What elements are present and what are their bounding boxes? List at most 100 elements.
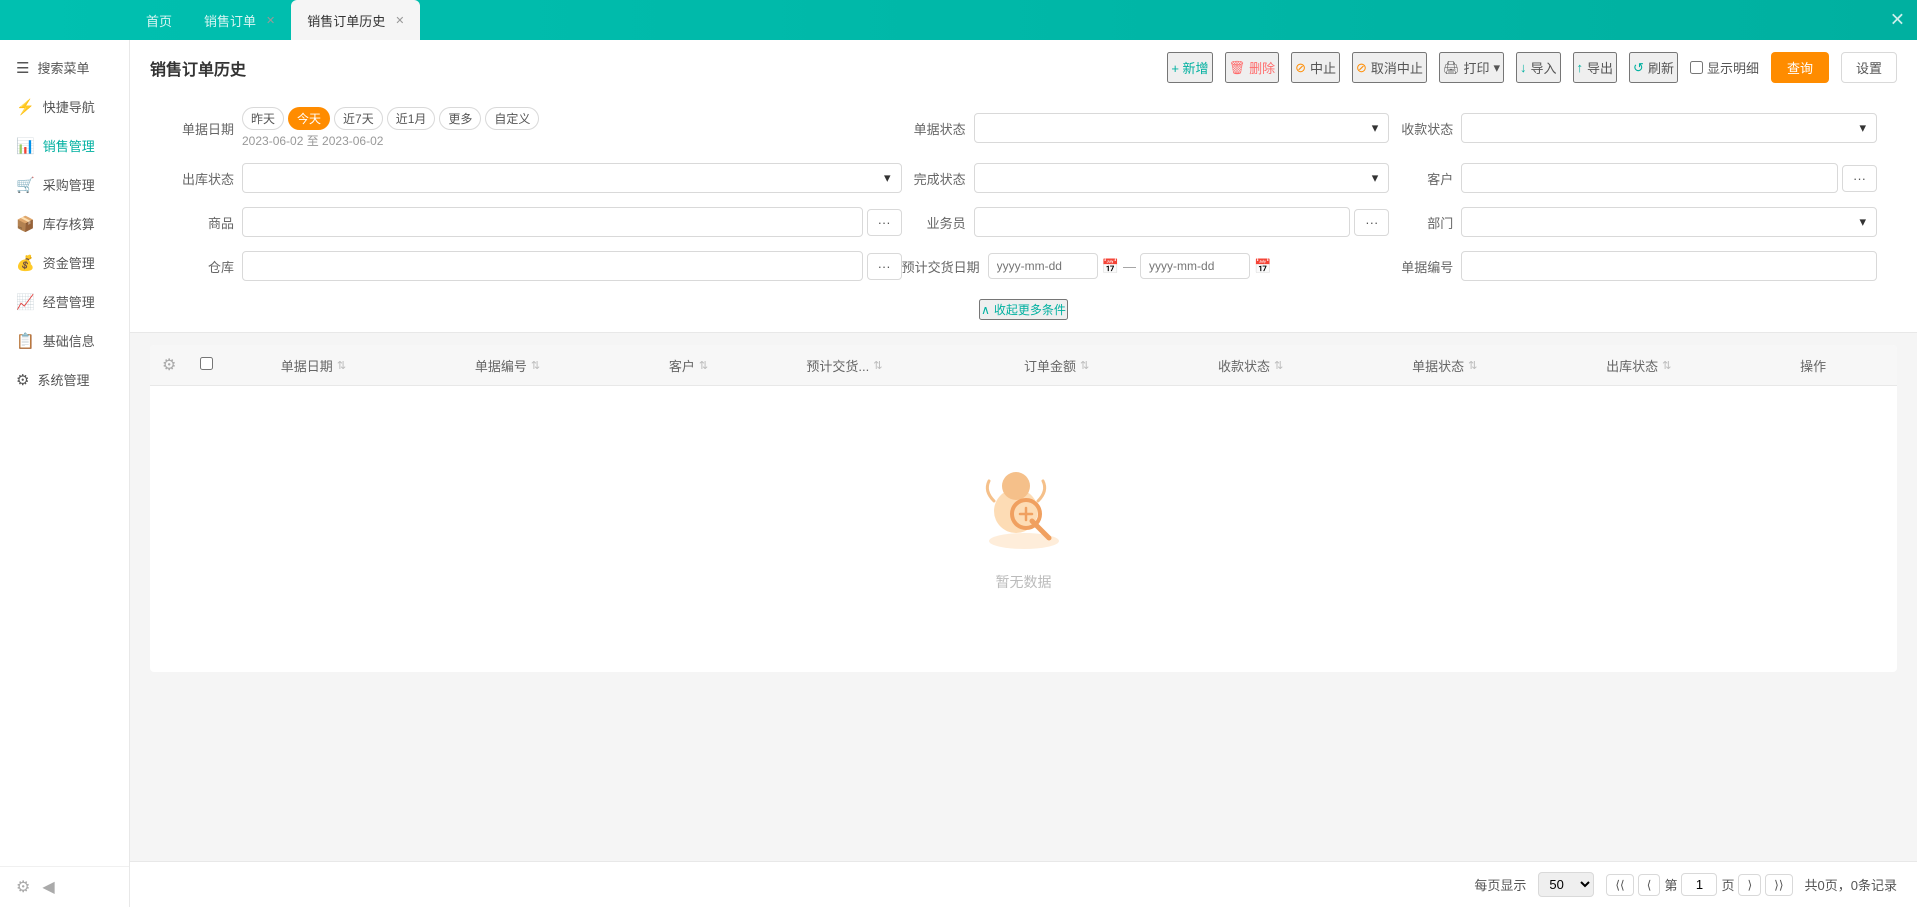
add-button[interactable]: + 新增	[1167, 52, 1212, 83]
date-btn-yesterday[interactable]: 昨天	[242, 107, 284, 130]
display-detail-checkbox-label[interactable]: 显示明细	[1690, 58, 1759, 77]
order-status-select[interactable]: ▾	[974, 113, 1390, 143]
sidebar-item-sales-mgmt[interactable]: 📊 销售管理	[0, 126, 129, 165]
sidebar-item-search-menu[interactable]: ☰ 搜索菜单	[0, 48, 129, 87]
out-stock-select[interactable]: ▾	[242, 163, 902, 193]
date-range-text: 2023-06-02 至 2023-06-02	[242, 132, 902, 149]
calendar-from-icon[interactable]: 📅	[1102, 258, 1119, 275]
cancel-stop-button[interactable]: ⊘ 取消中止	[1352, 52, 1427, 83]
sidebar-item-operations[interactable]: 📈 经营管理	[0, 282, 129, 321]
date-btn-1month[interactable]: 近1月	[387, 107, 436, 130]
th-out-stock-sort[interactable]: 出库状态 ⇅	[1606, 356, 1776, 375]
order-no-input[interactable]	[1461, 251, 1877, 281]
sidebar-item-sales-mgmt-label: 销售管理	[43, 136, 95, 155]
cancel-stop-icon: ⊘	[1356, 60, 1367, 76]
date-btn-today[interactable]: 今天	[288, 107, 330, 130]
tab-sales-order-history[interactable]: 销售订单历史 ✕	[291, 0, 420, 40]
print-button[interactable]: 🖨 打印 ▾	[1439, 52, 1504, 83]
sidebar-item-purchase-mgmt[interactable]: 🛒 采购管理	[0, 165, 129, 204]
setting-button[interactable]: 设置	[1841, 52, 1897, 83]
goods-select[interactable]	[242, 207, 863, 237]
payment-status-chevron: ▾	[1859, 120, 1866, 136]
query-button[interactable]: 查询	[1771, 52, 1829, 83]
th-amount: 订单金额 ⇅	[1012, 345, 1206, 386]
date-label: 单据日期	[170, 119, 242, 138]
salesperson-control: ···	[974, 207, 1390, 237]
goods-ellipsis-btn[interactable]: ···	[867, 209, 902, 236]
order-status-chevron: ▾	[1372, 120, 1379, 136]
tab-sales-order-close[interactable]: ✕	[266, 14, 275, 27]
table-settings-icon[interactable]: ⚙	[162, 357, 176, 374]
sidebar-item-sys-mgmt[interactable]: ⚙ 系统管理	[0, 360, 129, 399]
th-no: 单据编号 ⇅	[463, 345, 657, 386]
expected-date-to[interactable]	[1140, 253, 1250, 279]
refresh-button[interactable]: ↺ 刷新	[1629, 52, 1678, 83]
import-button[interactable]: ↓ 导入	[1516, 52, 1561, 83]
total-text: 共0页，0条记录	[1805, 875, 1897, 894]
sidebar-item-quick-nav[interactable]: ⚡ 快捷导航	[0, 87, 129, 126]
customer-input-group: ···	[1461, 163, 1877, 193]
sidebar-item-finance[interactable]: 💰 资金管理	[0, 243, 129, 282]
sidebar-bottom: ⚙ ◀	[0, 866, 129, 907]
print-dropdown-icon: ▾	[1493, 60, 1500, 76]
sidebar-item-inventory[interactable]: 📦 库存核算	[0, 204, 129, 243]
pager-next-btn[interactable]: ⟩	[1738, 874, 1761, 896]
date-btn-more[interactable]: 更多	[439, 107, 481, 130]
th-out-stock-label: 出库状态	[1606, 356, 1658, 375]
sidebar-item-base-info[interactable]: 📋 基础信息	[0, 321, 129, 360]
per-page-select[interactable]: 50 100 200	[1538, 872, 1594, 897]
delete-button[interactable]: 🗑 删除	[1225, 52, 1280, 83]
complete-status-select[interactable]: ▾	[974, 163, 1390, 193]
payment-status-control[interactable]: ▾	[1461, 113, 1877, 143]
warehouse-ellipsis-btn[interactable]: ···	[867, 253, 902, 280]
order-status-control[interactable]: ▾	[974, 113, 1390, 143]
tab-sales-order-history-close[interactable]: ✕	[395, 14, 404, 27]
select-all-checkbox[interactable]	[200, 357, 213, 370]
display-detail-checkbox[interactable]	[1690, 61, 1703, 74]
th-no-sort[interactable]: 单据编号 ⇅	[475, 356, 645, 375]
complete-status-control[interactable]: ▾	[974, 163, 1390, 193]
collapse-label: 收起更多条件	[994, 301, 1066, 318]
th-amount-sort[interactable]: 订单金额 ⇅	[1024, 356, 1194, 375]
salesperson-select[interactable]	[974, 207, 1351, 237]
th-customer: 客户 ⇅	[657, 345, 795, 386]
th-payment: 收款状态 ⇅	[1206, 345, 1400, 386]
salesperson-ellipsis-btn[interactable]: ···	[1354, 209, 1389, 236]
expected-date-from[interactable]	[988, 253, 1098, 279]
date-btn-custom[interactable]: 自定义	[485, 107, 539, 130]
dept-select[interactable]: ▾	[1461, 207, 1877, 237]
empty-state-cell: 暂无数据	[150, 386, 1897, 673]
customer-select[interactable]	[1461, 163, 1838, 193]
th-customer-label: 客户	[669, 356, 695, 375]
th-expected-sort[interactable]: 预计交货... ⇅	[806, 356, 1000, 375]
stop-button[interactable]: ⊘ 中止	[1291, 52, 1340, 83]
footer: 每页显示 50 100 200 ⟨⟨ ⟨ 第 页 ⟩ ⟩⟩ 共0页，0条记录	[130, 861, 1917, 907]
order-no-control[interactable]	[1461, 251, 1877, 281]
pager-page-input[interactable]	[1681, 873, 1717, 896]
export-button[interactable]: ↑ 导出	[1573, 52, 1618, 83]
window-close-icon[interactable]: ✕	[1890, 10, 1905, 31]
collapse-button[interactable]: ∧ 收起更多条件	[979, 299, 1068, 320]
pager-prev-btn[interactable]: ⟨	[1638, 874, 1661, 896]
date-separator: —	[1123, 259, 1136, 274]
out-stock-control[interactable]: ▾	[242, 163, 902, 193]
dept-control[interactable]: ▾	[1461, 207, 1877, 237]
pager-last-btn[interactable]: ⟩⟩	[1765, 874, 1792, 896]
tab-home[interactable]: 首页	[130, 0, 188, 40]
warehouse-select[interactable]	[242, 251, 863, 281]
tab-sales-order-history-label: 销售订单历史	[307, 11, 385, 30]
payment-status-select[interactable]: ▾	[1461, 113, 1877, 143]
calendar-to-icon[interactable]: 📅	[1254, 258, 1271, 275]
sidebar-collapse-icon[interactable]: ◀	[42, 877, 54, 897]
th-payment-sort[interactable]: 收款状态 ⇅	[1218, 356, 1388, 375]
customer-ellipsis-btn[interactable]: ···	[1842, 165, 1877, 192]
th-order-status-sort[interactable]: 单据状态 ⇅	[1412, 356, 1582, 375]
pager-first-btn[interactable]: ⟨⟨	[1606, 874, 1633, 896]
empty-text: 暂无数据	[996, 572, 1052, 592]
pager-page-suffix: 页	[1721, 875, 1734, 894]
th-date-sort[interactable]: 单据日期 ⇅	[281, 356, 451, 375]
tab-sales-order[interactable]: 销售订单 ✕	[188, 0, 291, 40]
th-customer-sort[interactable]: 客户 ⇅	[669, 356, 783, 375]
sidebar-settings-icon[interactable]: ⚙	[16, 877, 30, 897]
date-btn-7days[interactable]: 近7天	[334, 107, 383, 130]
